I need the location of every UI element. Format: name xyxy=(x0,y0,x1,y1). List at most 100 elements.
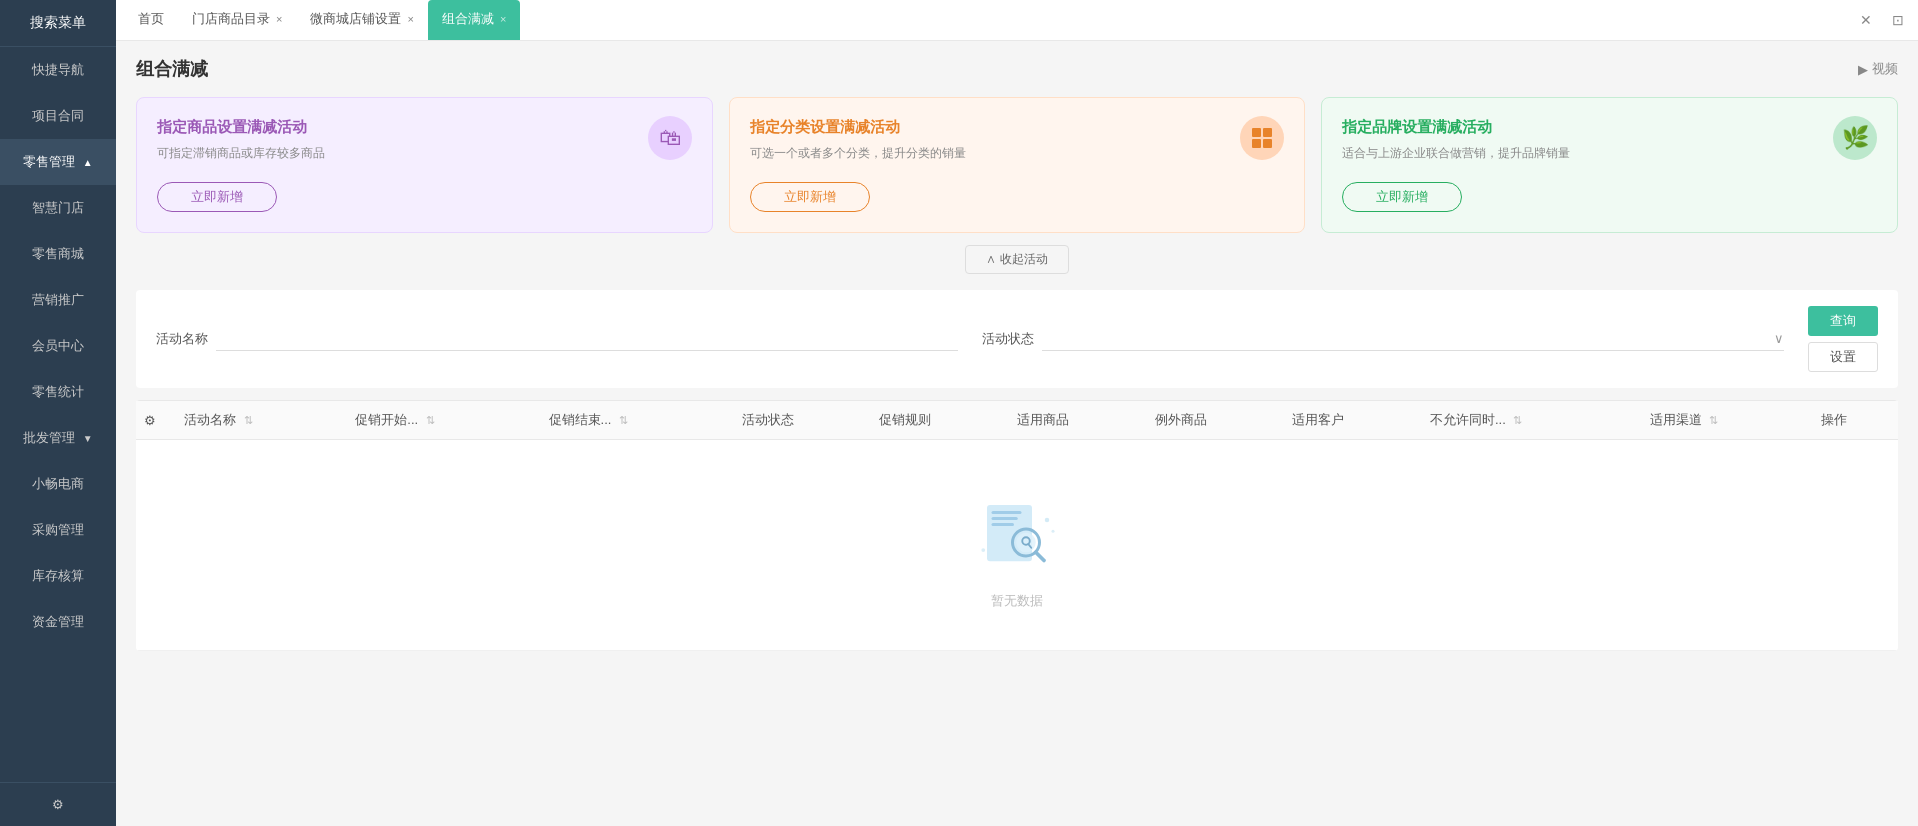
table-body: 暂无数据 xyxy=(136,440,1898,651)
activity-status-dropdown[interactable]: ∨ xyxy=(1042,327,1784,351)
card-brand-icon: 🌿 xyxy=(1833,116,1877,160)
th-applicable-products: 适用商品 xyxy=(1009,401,1147,440)
sidebar-item-wholesale-mgmt[interactable]: 批发管理 ▼ xyxy=(0,415,116,461)
th-no-concurrent[interactable]: 不允许同时... ⇅ xyxy=(1422,401,1642,440)
th-applicable-customers: 适用客户 xyxy=(1284,401,1422,440)
card-product-desc: 可指定滞销商品或库存较多商品 xyxy=(157,145,692,162)
play-circle-icon: ▶ xyxy=(1858,62,1868,77)
sidebar-item-retail-mgmt[interactable]: 零售管理 ▲ xyxy=(0,139,116,185)
sidebar: 搜索菜单 快捷导航 项目合同 零售管理 ▲ 智慧门店 零售商城 营销推广 会员中… xyxy=(0,0,116,826)
svg-rect-5 xyxy=(992,511,1022,514)
svg-point-9 xyxy=(1016,533,1036,553)
sidebar-item-marketing[interactable]: 营销推广 xyxy=(0,277,116,323)
card-category-add-btn[interactable]: 立即新增 xyxy=(750,182,870,212)
search-bar: 活动名称 活动状态 ∨ 查询 设置 xyxy=(136,290,1898,388)
chevron-up-icon: ▲ xyxy=(83,157,93,168)
window-close-btn[interactable]: ✕ xyxy=(1854,10,1878,30)
svg-rect-1 xyxy=(1263,128,1272,137)
th-applicable-channels-label: 适用渠道 xyxy=(1650,412,1702,427)
card-brand-title: 指定品牌设置满减活动 xyxy=(1342,118,1877,137)
page-title: 组合满减 xyxy=(136,57,208,81)
sidebar-item-fund-mgmt[interactable]: 资金管理 xyxy=(0,599,116,645)
th-activity-status-label: 活动状态 xyxy=(742,412,794,427)
window-maximize-btn[interactable]: ⊡ xyxy=(1886,10,1910,30)
card-brand-desc: 适合与上游企业联合做营销，提升品牌销量 xyxy=(1342,145,1877,162)
th-activity-name[interactable]: 活动名称 ⇅ xyxy=(176,401,347,440)
th-exception-products: 例外商品 xyxy=(1147,401,1285,440)
tab-wechat-store-settings-label: 微商城店铺设置 xyxy=(310,10,401,28)
svg-rect-2 xyxy=(1252,139,1261,148)
card-category: 指定分类设置满减活动 可选一个或者多个分类，提升分类的销量 立即新增 xyxy=(729,97,1306,233)
empty-illustration xyxy=(972,490,1062,580)
th-operations: 操作 xyxy=(1813,401,1898,440)
gear-icon: ⚙ xyxy=(52,797,64,812)
th-promo-start-label: 促销开始... xyxy=(355,412,418,427)
empty-state: 暂无数据 xyxy=(144,450,1890,640)
sidebar-item-project-contract[interactable]: 项目合同 xyxy=(0,93,116,139)
tab-home-label: 首页 xyxy=(138,10,164,28)
activity-name-label: 活动名称 xyxy=(156,330,208,348)
search-actions: 查询 设置 xyxy=(1808,306,1878,372)
sidebar-item-purchase-mgmt[interactable]: 采购管理 xyxy=(0,507,116,553)
collapse-bar: ∧ 收起活动 xyxy=(136,245,1898,274)
table-header-row: ⚙ 活动名称 ⇅ 促销开始... ⇅ 促销结束... ⇅ xyxy=(136,401,1898,440)
th-operations-label: 操作 xyxy=(1821,412,1847,427)
activity-status-field: 活动状态 ∨ xyxy=(982,327,1784,351)
sidebar-item-inventory-calc[interactable]: 库存核算 xyxy=(0,553,116,599)
data-table: ⚙ 活动名称 ⇅ 促销开始... ⇅ 促销结束... ⇅ xyxy=(136,400,1898,651)
tab-store-catalog[interactable]: 门店商品目录 × xyxy=(178,0,296,40)
svg-rect-6 xyxy=(992,517,1018,520)
svg-point-14 xyxy=(1052,530,1055,533)
card-product-title: 指定商品设置满减活动 xyxy=(157,118,692,137)
tab-combo-discount[interactable]: 组合满减 × xyxy=(428,0,520,40)
sort-icon-promo-end: ⇅ xyxy=(619,414,628,426)
tab-store-catalog-label: 门店商品目录 xyxy=(192,10,270,28)
th-promo-end[interactable]: 促销结束... ⇅ xyxy=(541,401,734,440)
gear-icon: ⚙ xyxy=(144,413,156,428)
activity-name-field: 活动名称 xyxy=(156,327,958,351)
chevron-down-icon: ∨ xyxy=(1774,331,1784,346)
sort-icon-applicable-channels: ⇅ xyxy=(1709,414,1718,426)
svg-point-13 xyxy=(1045,518,1050,523)
th-applicable-channels[interactable]: 适用渠道 ⇅ xyxy=(1642,401,1813,440)
card-brand-add-btn[interactable]: 立即新增 xyxy=(1342,182,1462,212)
sidebar-search[interactable]: 搜索菜单 xyxy=(0,0,116,47)
sort-icon-promo-start: ⇅ xyxy=(426,414,435,426)
sidebar-settings-btn[interactable]: ⚙ xyxy=(0,782,116,826)
sidebar-item-retail-stats[interactable]: 零售统计 xyxy=(0,369,116,415)
svg-rect-7 xyxy=(992,523,1015,526)
empty-state-row: 暂无数据 xyxy=(136,440,1898,651)
th-applicable-products-label: 适用商品 xyxy=(1017,412,1069,427)
close-tab-combo-discount[interactable]: × xyxy=(500,13,506,25)
activity-status-label: 活动状态 xyxy=(982,330,1034,348)
collapse-activities-btn[interactable]: ∧ 收起活动 xyxy=(965,245,1068,274)
svg-rect-0 xyxy=(1252,128,1261,137)
card-product-icon: 🛍 xyxy=(648,116,692,160)
th-gear[interactable]: ⚙ xyxy=(136,401,176,440)
video-link[interactable]: ▶ 视频 xyxy=(1858,60,1898,78)
tab-home[interactable]: 首页 xyxy=(124,0,178,40)
card-product-add-btn[interactable]: 立即新增 xyxy=(157,182,277,212)
video-link-label: 视频 xyxy=(1872,60,1898,78)
sidebar-item-quick-nav[interactable]: 快捷导航 xyxy=(0,47,116,93)
sidebar-item-smart-store[interactable]: 智慧门店 xyxy=(0,185,116,231)
sidebar-item-xiaochu-ecommerce[interactable]: 小畅电商 xyxy=(0,461,116,507)
tab-wechat-store-settings[interactable]: 微商城店铺设置 × xyxy=(296,0,427,40)
svg-point-15 xyxy=(981,548,985,552)
th-activity-status: 活动状态 xyxy=(734,401,872,440)
sort-icon-activity-name: ⇅ xyxy=(244,414,253,426)
th-promo-rule-label: 促销规则 xyxy=(879,412,931,427)
th-no-concurrent-label: 不允许同时... xyxy=(1430,412,1506,427)
activity-name-input[interactable] xyxy=(216,327,958,351)
close-tab-store-catalog[interactable]: × xyxy=(276,13,282,25)
th-applicable-customers-label: 适用客户 xyxy=(1292,412,1344,427)
close-tab-wechat-store-settings[interactable]: × xyxy=(407,13,413,25)
tab-combo-discount-label: 组合满减 xyxy=(442,10,494,28)
th-promo-start[interactable]: 促销开始... ⇅ xyxy=(347,401,540,440)
sort-icon-no-concurrent: ⇅ xyxy=(1513,414,1522,426)
th-activity-name-label: 活动名称 xyxy=(184,412,236,427)
sidebar-item-retail-mall[interactable]: 零售商城 xyxy=(0,231,116,277)
sidebar-item-members[interactable]: 会员中心 xyxy=(0,323,116,369)
query-button[interactable]: 查询 xyxy=(1808,306,1878,336)
settings-button[interactable]: 设置 xyxy=(1808,342,1878,372)
